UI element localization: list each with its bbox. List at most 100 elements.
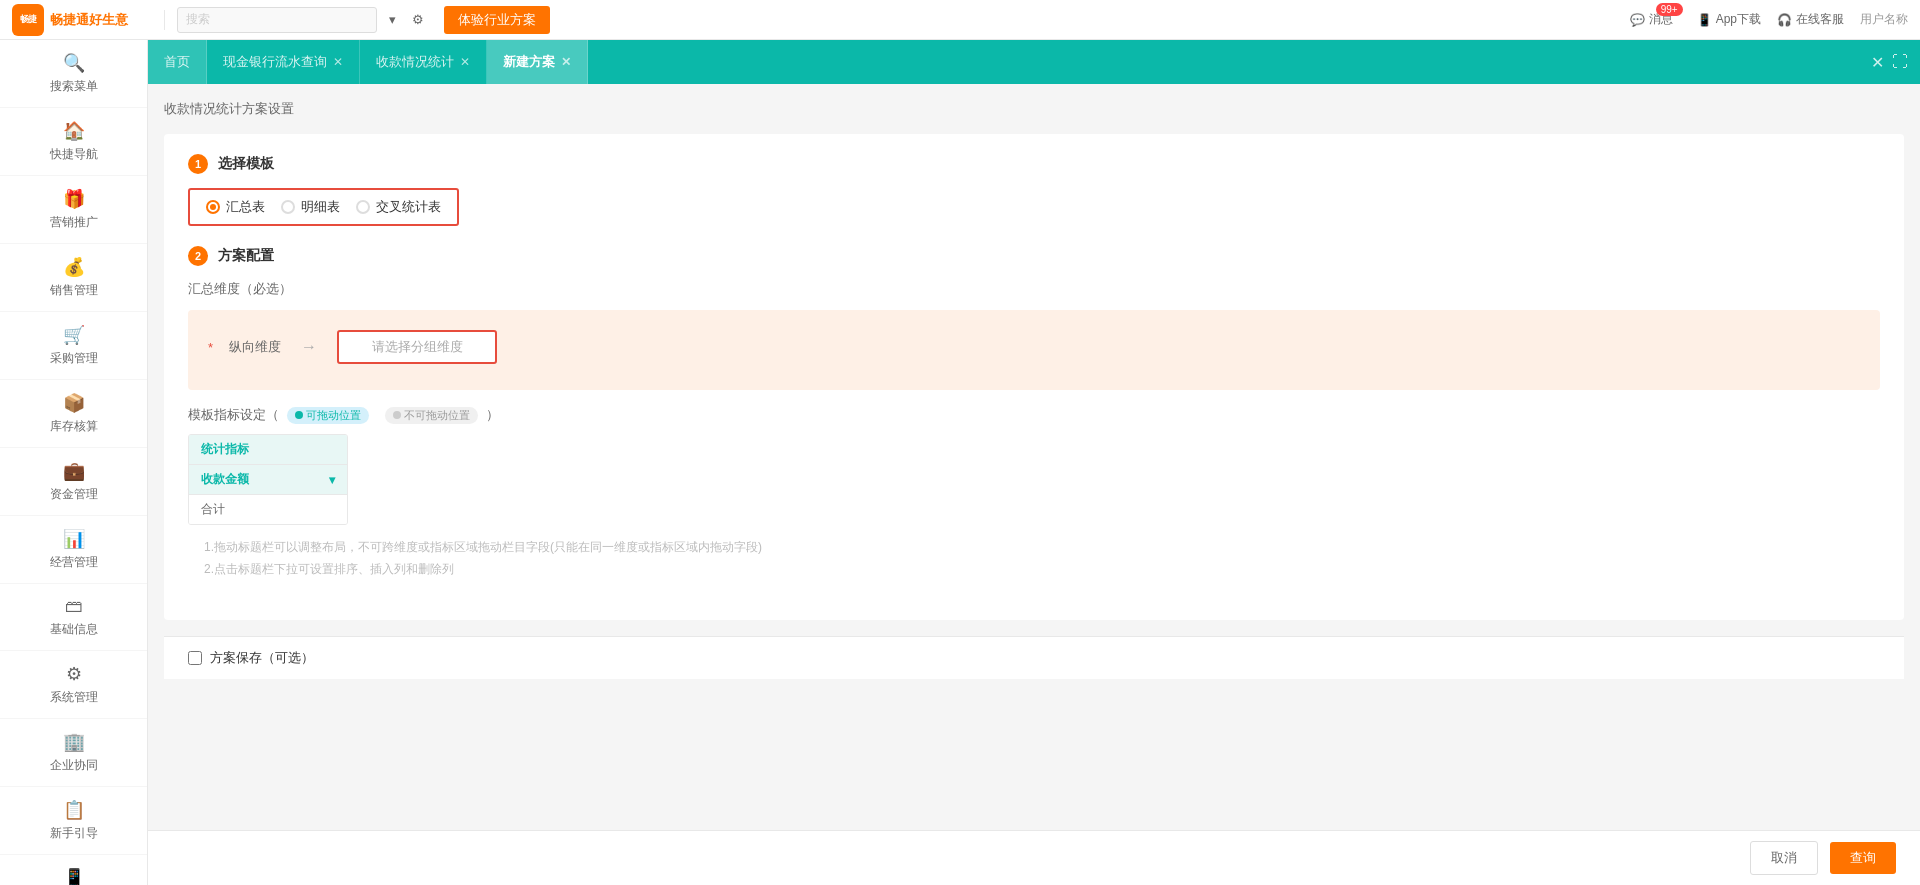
indicator-table: 统计指标 收款金额 ▾ 合计 — [188, 434, 348, 525]
trial-button[interactable]: 体验行业方案 — [444, 6, 550, 34]
radio-detail[interactable]: 明细表 — [281, 198, 340, 216]
indicator-table-area: 统计指标 收款金额 ▾ 合计 — [188, 434, 1880, 525]
tips-section: 1.拖动标题栏可以调整布局，不可跨维度或指标区域拖动栏目字段(只能在同一维度或指… — [188, 525, 1880, 580]
step1-number: 1 — [188, 154, 208, 174]
sidebar-label-guide: 新手引导 — [50, 825, 98, 842]
tab-receipt-stats-close[interactable]: ✕ — [460, 55, 470, 69]
movable-label: 可拖动位置 — [306, 408, 361, 423]
tip1: 1.拖动标题栏可以调整布局，不可跨维度或指标区域拖动栏目字段(只能在同一维度或指… — [204, 537, 1864, 559]
user-name[interactable]: 用户名称 — [1860, 11, 1908, 28]
save-checkbox[interactable] — [188, 651, 202, 665]
sales-icon: 💰 — [63, 256, 85, 278]
radio-crosstab-btn[interactable] — [356, 200, 370, 214]
save-label: 方案保存（可选） — [210, 649, 314, 667]
tab-close-window-icon[interactable]: ✕ — [1871, 53, 1884, 72]
message-icon: 💬 — [1630, 13, 1645, 27]
finance-icon: 💼 — [63, 460, 85, 482]
guide-icon: 📋 — [63, 799, 85, 821]
indicator-table-header: 统计指标 — [189, 435, 347, 465]
tab-new-plan[interactable]: 新建方案 ✕ — [487, 40, 588, 84]
indicator-dropdown-icon: ▾ — [329, 473, 335, 487]
search-icon: 🔍 — [63, 52, 85, 74]
query-button[interactable]: 查询 — [1830, 842, 1896, 874]
operations-icon: 📊 — [63, 528, 85, 550]
sidebar-item-hardware[interactable]: 📱 智能硬件 — [0, 855, 147, 885]
logo-area: 畅捷 畅捷通好生意 — [12, 4, 152, 36]
indicator-subtotal-row: 合计 — [189, 495, 347, 524]
sidebar-item-finance[interactable]: 💼 资金管理 — [0, 448, 147, 516]
sidebar-label-purchase: 采购管理 — [50, 350, 98, 367]
subtotal-label: 合计 — [201, 502, 225, 516]
settings-icon[interactable]: ⚙ — [408, 12, 428, 27]
step2-section: 2 方案配置 汇总维度（必选） * 纵向维度 → 请选择分组维 — [188, 246, 1880, 580]
immovable-badge: 不可拖动位置 — [385, 407, 478, 424]
page-content: 收款情况统计方案设置 1 选择模板 汇总表 — [148, 84, 1920, 830]
sidebar-item-inventory[interactable]: 📦 库存核算 — [0, 380, 147, 448]
tip2: 2.点击标题栏下拉可设置排序、插入列和删除列 — [204, 559, 1864, 581]
tab-home[interactable]: 首页 — [148, 40, 207, 84]
sidebar-label-finance: 资金管理 — [50, 486, 98, 503]
service-area[interactable]: 🎧 在线客服 — [1777, 11, 1844, 28]
sidebar-item-purchase[interactable]: 🛒 采购管理 — [0, 312, 147, 380]
base-info-icon: 🗃 — [65, 596, 83, 617]
radio-summary[interactable]: 汇总表 — [206, 198, 265, 216]
logo-icon-text: 畅捷 — [20, 13, 36, 26]
sidebar-item-system[interactable]: ⚙ 系统管理 — [0, 651, 147, 719]
tab-receipt-stats[interactable]: 收款情况统计 ✕ — [360, 40, 487, 84]
required-star: * — [208, 340, 213, 355]
sidebar-label-sales: 销售管理 — [50, 282, 98, 299]
sidebar-label-marketing: 营销推广 — [50, 214, 98, 231]
collab-icon: 🏢 — [63, 731, 85, 753]
message-badge: 99+ — [1656, 3, 1683, 16]
tab-bank-flow[interactable]: 现金银行流水查询 ✕ — [207, 40, 360, 84]
sidebar-item-quick-nav[interactable]: 🏠 快捷导航 — [0, 108, 147, 176]
inventory-icon: 📦 — [63, 392, 85, 414]
indicator-column-header[interactable]: 收款金额 ▾ — [189, 465, 347, 495]
tab-maximize-icon[interactable]: ⛶ — [1892, 53, 1908, 71]
radio-detail-label: 明细表 — [301, 198, 340, 216]
dimension-selector[interactable]: 请选择分组维度 — [337, 330, 497, 364]
radio-detail-btn[interactable] — [281, 200, 295, 214]
sidebar-item-operations[interactable]: 📊 经营管理 — [0, 516, 147, 584]
top-bar-right: 💬 消息 99+ 📱 App下载 🎧 在线客服 用户名称 — [1630, 11, 1908, 28]
tab-bank-flow-close[interactable]: ✕ — [333, 55, 343, 69]
dimension-config: 汇总维度（必选） * 纵向维度 → 请选择分组维度 — [188, 280, 1880, 390]
sidebar-item-search[interactable]: 🔍 搜索菜单 — [0, 40, 147, 108]
main-section-card: 1 选择模板 汇总表 明细表 — [164, 134, 1904, 620]
column-header-label: 收款金额 — [201, 471, 249, 488]
page-title: 收款情况统计方案设置 — [164, 100, 1904, 118]
search-bar[interactable]: 搜索 — [177, 7, 377, 33]
tab-bar-actions: ✕ ⛶ — [1871, 53, 1920, 72]
statistics-header-label: 统计指标 — [201, 441, 249, 458]
tab-new-plan-close[interactable]: ✕ — [561, 55, 571, 69]
bottom-action-bar: 取消 查询 — [148, 830, 1920, 885]
dimension-row: * 纵向维度 → 请选择分组维度 — [208, 330, 1860, 364]
sidebar-item-sales[interactable]: 💰 销售管理 — [0, 244, 147, 312]
immovable-label: 不可拖动位置 — [404, 408, 470, 423]
dropdown-icon[interactable]: ▾ — [385, 12, 400, 27]
step2-number: 2 — [188, 246, 208, 266]
main-layout: 🔍 搜索菜单 🏠 快捷导航 🎁 营销推广 💰 销售管理 🛒 采购管理 📦 库存核… — [0, 40, 1920, 885]
dimension-arrow: → — [301, 338, 317, 356]
content-area: 首页 现金银行流水查询 ✕ 收款情况统计 ✕ 新建方案 ✕ ✕ ⛶ 收款情况统计… — [148, 40, 1920, 885]
download-area[interactable]: 📱 App下载 — [1697, 11, 1761, 28]
dimension-placeholder: 请选择分组维度 — [372, 338, 463, 356]
sidebar-item-collab[interactable]: 🏢 企业协同 — [0, 719, 147, 787]
tab-home-label: 首页 — [164, 53, 190, 71]
radio-crosstab[interactable]: 交叉统计表 — [356, 198, 441, 216]
indicator-settings-label: 模板指标设定（ 可拖动位置 不可拖动位置 ） — [188, 406, 1880, 424]
download-icon: 📱 — [1697, 13, 1712, 27]
sidebar-item-base-info[interactable]: 🗃 基础信息 — [0, 584, 147, 651]
indicator-suffix: ） — [486, 406, 499, 424]
message-icon-area[interactable]: 💬 消息 99+ — [1630, 11, 1673, 28]
tab-new-plan-label: 新建方案 — [503, 53, 555, 71]
immovable-dot — [393, 411, 401, 419]
sidebar-item-marketing[interactable]: 🎁 营销推广 — [0, 176, 147, 244]
sidebar-label-inventory: 库存核算 — [50, 418, 98, 435]
cancel-button[interactable]: 取消 — [1750, 841, 1818, 875]
purchase-icon: 🛒 — [63, 324, 85, 346]
radio-summary-btn[interactable] — [206, 200, 220, 214]
marketing-icon: 🎁 — [63, 188, 85, 210]
dimension-area: * 纵向维度 → 请选择分组维度 — [188, 310, 1880, 390]
sidebar-item-guide[interactable]: 📋 新手引导 — [0, 787, 147, 855]
